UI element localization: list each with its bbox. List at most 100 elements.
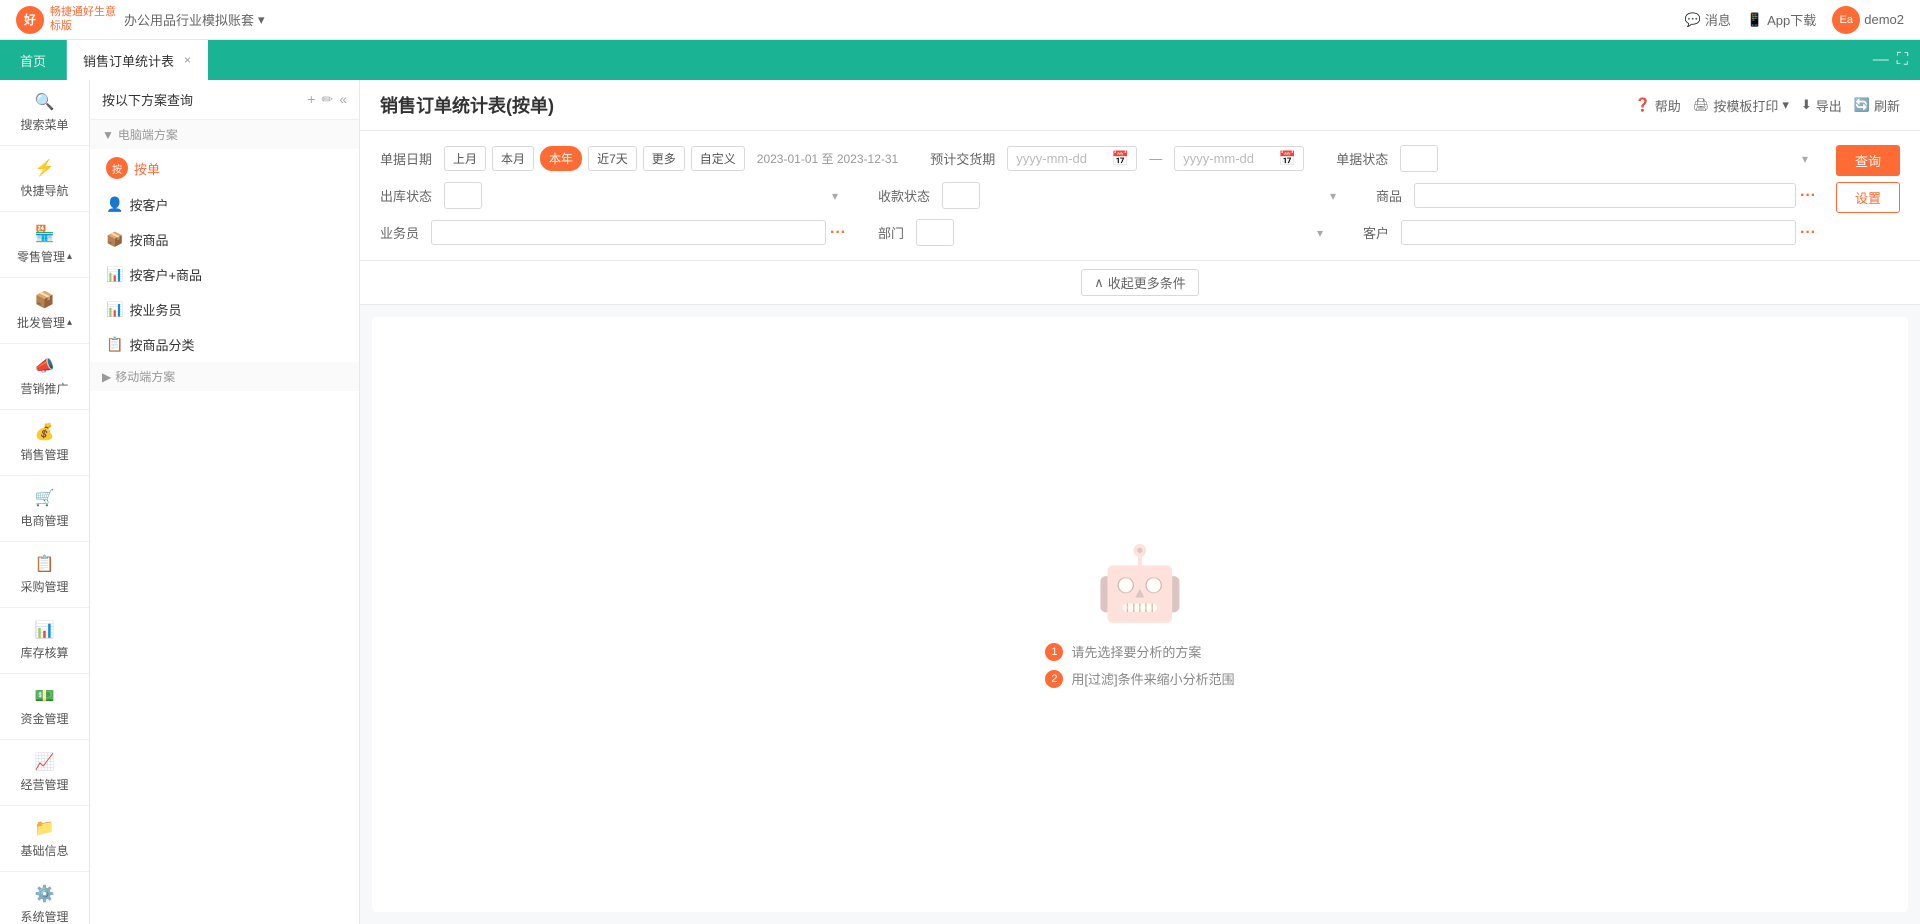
delivery-label: 出库状态 [380,186,432,205]
tab-home[interactable]: 首页 [0,40,67,80]
logo-area: 好 畅捷通好生意 标版 [16,6,116,34]
app-download-button[interactable]: 📱 App下载 [1747,10,1816,29]
tab-minimize-button[interactable]: — [1873,51,1889,69]
goods-ellipsis-button[interactable]: ··· [1800,187,1816,205]
search-button[interactable]: 查询 [1836,145,1900,176]
help-icon: ❓ [1635,97,1651,113]
filter-content: 单据日期 上月 本月 本年 近7天 更多 自定义 2023-01-01 至 20… [380,145,1816,246]
sidebar-item-wholesale[interactable]: 📦 批发管理 ▴ [0,278,89,344]
pc-section-label[interactable]: ▼ 电脑端方案 [90,120,359,149]
category-scheme-icon: 📋 [106,336,123,353]
payment-label: 收款状态 [878,186,930,205]
export-button[interactable]: ⬇ 导出 [1801,96,1842,115]
customer-scheme-icon: 👤 [106,196,123,213]
expand-icon: ▼ [102,128,114,142]
sidebar-item-sales[interactable]: 💰 销售管理 [0,410,89,476]
help-button[interactable]: ❓ 帮助 [1635,96,1681,115]
refresh-icon: 🔄 [1854,97,1870,113]
payment-select[interactable] [942,182,980,209]
date-label: 单据日期 [380,149,432,168]
salesperson-ellipsis-button[interactable]: ··· [830,224,846,242]
add-scheme-button[interactable]: + [307,91,315,108]
sidebar-item-finance[interactable]: 💵 资金管理 [0,674,89,740]
retail-arrow-icon: ▴ [67,251,72,262]
status-select[interactable] [1400,145,1438,172]
delivery-select[interactable] [444,182,482,209]
sidebar-item-search[interactable]: 🔍 搜索菜单 [0,80,89,146]
template-print-button[interactable]: 🖨 按模板打印 ▾ [1693,96,1789,115]
tab-close-icon[interactable]: × [184,53,191,67]
customer-ellipsis-button[interactable]: ··· [1800,224,1816,242]
date-btn-custom[interactable]: 自定义 [691,146,745,171]
wholesale-arrow-icon: ▴ [67,317,72,328]
finance-icon: 💵 [35,686,55,706]
breadcrumb-arrow-icon[interactable]: ▾ [258,12,265,28]
customer-input[interactable] [1401,220,1796,245]
tab-bar-actions: — ⛶ [1873,40,1920,80]
calendar-end-icon[interactable]: 📅 [1279,150,1296,167]
sidebar-item-system[interactable]: ⚙️ 系统管理 [0,872,89,924]
tree-item-by-category[interactable]: 📋 按商品分类 [90,327,359,362]
ecommerce-icon: 🛒 [35,488,55,508]
calendar-start-icon[interactable]: 📅 [1112,150,1129,167]
right-panel: 销售订单统计表(按单) ❓ 帮助 🖨 按模板打印 ▾ ⬇ 导出 [360,80,1920,924]
date-btn-7days[interactable]: 近7天 [588,146,637,171]
left-panel-actions: + ✏ « [307,91,347,108]
content-area: 按以下方案查询 + ✏ « ▼ 电脑端方案 按 按单 👤 按客户 📦 [90,80,1920,924]
tab-maximize-button[interactable]: ⛶ [1897,51,1908,69]
left-panel-header: 按以下方案查询 + ✏ « [90,80,359,120]
user-menu[interactable]: Ea demo2 [1832,6,1904,34]
quicknav-icon: ⚡ [35,158,55,178]
edit-scheme-button[interactable]: ✏ [321,91,333,108]
tree-item-by-customer[interactable]: 👤 按客户 [90,187,359,222]
date-btn-lastmonth[interactable]: 上月 [444,146,486,171]
sales-icon: 💰 [35,422,55,442]
tab-sales-order[interactable]: 销售订单统计表 × [67,40,208,80]
sidebar-item-purchase[interactable]: 📋 采购管理 [0,542,89,608]
delivery-arrow-icon: ▾ [832,189,838,203]
status-label: 单据状态 [1336,149,1388,168]
sidebar-item-basic[interactable]: 📁 基础信息 [0,806,89,872]
mobile-expand-icon: ▶ [102,370,111,384]
left-panel: 按以下方案查询 + ✏ « ▼ 电脑端方案 按 按单 👤 按客户 📦 [90,80,360,924]
retail-icon: 🏪 [35,224,55,244]
tree-item-by-salesperson[interactable]: 📊 按业务员 [90,292,359,327]
hint-num-1: 1 [1045,643,1063,661]
collapse-more-button[interactable]: ∧ 收起更多条件 [1081,269,1199,296]
date-btn-thismonth[interactable]: 本月 [492,146,534,171]
mobile-section-label[interactable]: ▶ 移动端方案 [90,362,359,391]
sidebar-item-operations[interactable]: 📈 经营管理 [0,740,89,806]
sidebar-item-quicknav[interactable]: ⚡ 快捷导航 [0,146,89,212]
tree-item-by-order[interactable]: 按 按单 [90,149,359,187]
basic-icon: 📁 [35,818,55,838]
refresh-button[interactable]: 🔄 刷新 [1854,96,1900,115]
goods-label: 商品 [1376,186,1402,205]
salesperson-input[interactable] [431,220,826,245]
date-btn-more[interactable]: 更多 [643,146,685,171]
goods-input[interactable] [1414,183,1796,208]
date-dash: — [1149,151,1162,166]
inventory-icon: 📊 [35,620,55,640]
department-select[interactable] [916,219,954,246]
message-button[interactable]: 💬 消息 [1685,10,1731,29]
collapse-icon: ∧ [1094,275,1104,291]
collapse-panel-button[interactable]: « [339,91,347,108]
sidebar-item-ecommerce[interactable]: 🛒 电商管理 [0,476,89,542]
sidebar-item-inventory[interactable]: 📊 库存核算 [0,608,89,674]
tab-bar: 首页 销售订单统计表 × — ⛶ [0,40,1920,80]
empty-robot: 🤖 1 请先选择要分析的方案 2 用[过滤]条件来缩小分析范围 [1045,541,1234,688]
delivery-select-wrap: ▾ [444,182,846,209]
left-panel-title: 按以下方案查询 [102,90,193,109]
empty-hint-item-2: 2 用[过滤]条件来缩小分析范围 [1045,669,1234,688]
expected-date-start-wrap: 📅 [1007,146,1137,171]
payment-select-wrap: ▾ [942,182,1344,209]
filter-area: 单据日期 上月 本月 本年 近7天 更多 自定义 2023-01-01 至 20… [360,131,1920,261]
salesperson-input-wrap: ··· [431,220,846,245]
tree-item-by-product[interactable]: 📦 按商品 [90,222,359,257]
expected-date-label: 预计交货期 [930,149,995,168]
settings-button[interactable]: 设置 [1836,182,1900,213]
date-btn-thisyear[interactable]: 本年 [540,146,582,171]
sidebar-item-retail[interactable]: 🏪 零售管理 ▴ [0,212,89,278]
sidebar-item-marketing[interactable]: 📣 营销推广 [0,344,89,410]
tree-item-by-customer-product[interactable]: 📊 按客户+商品 [90,257,359,292]
